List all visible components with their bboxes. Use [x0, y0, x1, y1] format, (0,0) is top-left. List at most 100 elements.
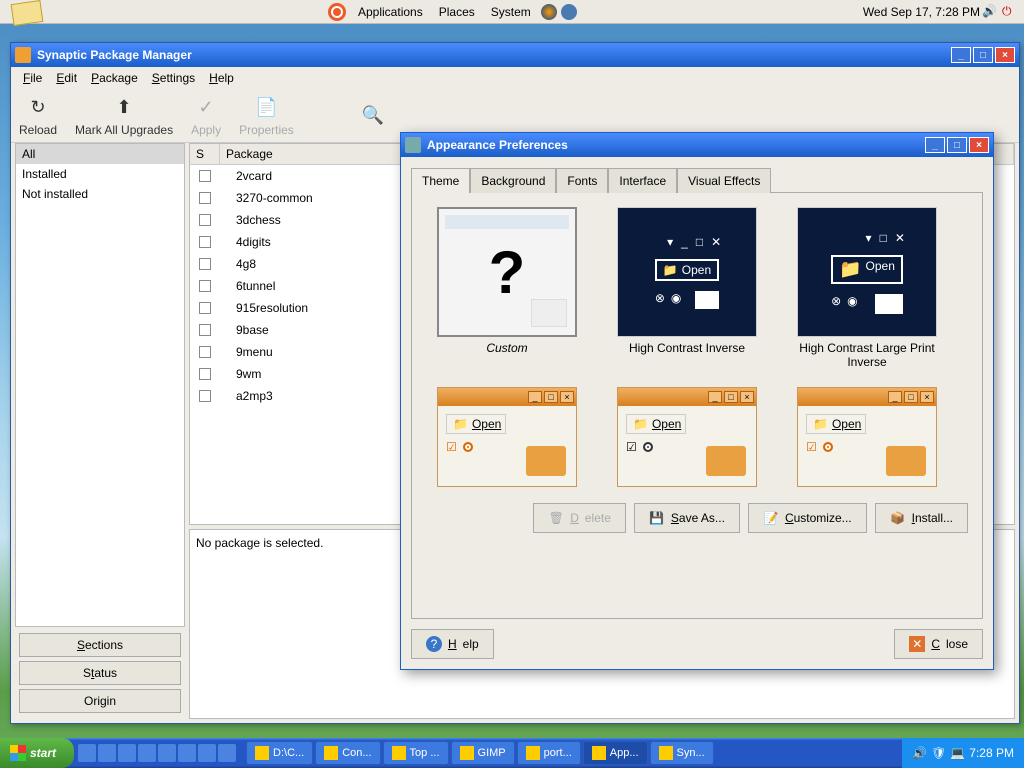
maximize-button[interactable]: □ [973, 47, 993, 63]
appr-minimize-button[interactable]: _ [925, 137, 945, 153]
upgrade-icon: ⬆ [111, 95, 137, 121]
help-icon: ? [426, 636, 442, 652]
shutdown-icon[interactable]: ⏻ [1002, 4, 1018, 20]
appr-close-button[interactable]: × [969, 137, 989, 153]
theme-hc-large-inverse[interactable]: ▾□✕ 📁Open ⊗◉ High Contrast Large Print I… [786, 207, 948, 369]
clock[interactable]: Wed Sep 17, 7:28 PM [863, 5, 980, 19]
sections-button[interactable]: Sections [19, 633, 181, 657]
delete-button: 🗑Delete [533, 503, 626, 533]
ql-icon[interactable] [178, 744, 196, 762]
save-as-button[interactable]: 💾Save As... [634, 503, 740, 533]
ubuntu-logo-icon[interactable] [328, 3, 346, 21]
origin-button[interactable]: Origin [19, 689, 181, 713]
ql-icon[interactable] [118, 744, 136, 762]
windows-logo-icon [10, 745, 26, 761]
taskbar-task[interactable]: App... [583, 741, 648, 765]
apply-button: ✓Apply [191, 95, 221, 137]
menu-help[interactable]: Help [203, 69, 240, 87]
system-menu[interactable]: System [483, 3, 539, 21]
taskbar-task[interactable]: Top ... [383, 741, 449, 765]
tab-fonts[interactable]: Fonts [556, 168, 608, 193]
theme-human-3[interactable]: _□× 📁Open ☑ [786, 387, 948, 487]
taskbar-task[interactable]: D:\C... [246, 741, 313, 765]
search-button[interactable]: 🔍 [360, 103, 386, 129]
properties-icon: 📄 [253, 95, 279, 121]
tray-icon[interactable]: 🛡 [931, 746, 946, 760]
mark-upgrades-button[interactable]: ⬆Mark All Upgrades [75, 95, 173, 137]
theme-hc-inverse[interactable]: ▾_□✕ 📁 Open ⊗◉ High Contrast Inverse [606, 207, 768, 369]
save-icon: 💾 [649, 510, 665, 526]
theme-grid: ? Custom ▾_□✕ 📁 Open ⊗◉ High Contrast In… [426, 207, 968, 487]
appr-maximize-button[interactable]: □ [947, 137, 967, 153]
appearance-titlebar[interactable]: Appearance Preferences _ □ × [401, 133, 993, 157]
install-button[interactable]: 📦Install... [875, 503, 968, 533]
tray-icon[interactable]: 🔊 [912, 746, 927, 760]
firefox-icon[interactable] [541, 4, 557, 20]
synaptic-app-icon [15, 47, 31, 63]
menu-package[interactable]: Package [85, 69, 144, 87]
tab-theme[interactable]: Theme [411, 168, 470, 193]
tray-clock[interactable]: 7:28 PM [969, 746, 1014, 760]
taskbar-tasks: D:\C...Con...Top ...GIMPport...App...Syn… [240, 741, 902, 765]
category-installed[interactable]: Installed [16, 164, 184, 184]
close-icon: ✕ [909, 636, 925, 652]
help-button[interactable]: ?Help [411, 629, 494, 659]
menu-file[interactable]: File [17, 69, 48, 87]
theme-label: Custom [486, 341, 527, 355]
apply-icon: ✓ [193, 95, 219, 121]
synaptic-menubar: File Edit Package Settings Help [11, 67, 1019, 89]
ql-icon[interactable] [218, 744, 236, 762]
ql-icon[interactable] [158, 744, 176, 762]
system-tray[interactable]: 🔊 🛡 💻 7:28 PM [902, 738, 1024, 768]
quick-launch [74, 744, 240, 762]
appearance-window: Appearance Preferences _ □ × Theme Backg… [400, 132, 994, 670]
close-button[interactable]: × [995, 47, 1015, 63]
places-menu[interactable]: Places [431, 3, 483, 21]
menu-edit[interactable]: Edit [50, 69, 83, 87]
appearance-title: Appearance Preferences [427, 138, 923, 152]
delete-icon: 🗑 [548, 510, 564, 526]
theme-human-2[interactable]: _□× 📁Open ☑ [606, 387, 768, 487]
taskbar-task[interactable]: GIMP [451, 741, 515, 765]
applications-menu[interactable]: Applications [350, 3, 431, 21]
tab-background[interactable]: Background [470, 168, 556, 193]
ql-icon[interactable] [98, 744, 116, 762]
minimize-button[interactable]: _ [951, 47, 971, 63]
appearance-app-icon [405, 137, 421, 153]
category-not-installed[interactable]: Not installed [16, 184, 184, 204]
help-icon[interactable] [561, 4, 577, 20]
status-button[interactable]: Status [19, 661, 181, 685]
ql-icon[interactable] [78, 744, 96, 762]
category-all[interactable]: All [16, 144, 184, 164]
taskbar-task[interactable]: Con... [315, 741, 380, 765]
reload-button[interactable]: ↻Reload [19, 95, 57, 137]
ql-icon[interactable] [198, 744, 216, 762]
tab-interface[interactable]: Interface [608, 168, 677, 193]
desktop-mail-icon[interactable] [12, 2, 48, 32]
start-button[interactable]: start [0, 738, 74, 768]
menu-settings[interactable]: Settings [146, 69, 201, 87]
taskbar-task[interactable]: Syn... [650, 741, 714, 765]
col-status[interactable]: S [190, 144, 220, 164]
theme-custom[interactable]: ? Custom [426, 207, 588, 369]
close-dialog-button[interactable]: ✕Close [894, 629, 983, 659]
theme-human-1[interactable]: _□× 📁Open ☑ [426, 387, 588, 487]
reload-icon: ↻ [25, 95, 51, 121]
tray-icon[interactable]: 💻 [950, 746, 965, 760]
search-icon: 🔍 [360, 103, 386, 129]
taskbar-task[interactable]: port... [517, 741, 581, 765]
category-list[interactable]: All Installed Not installed [15, 143, 185, 627]
properties-button: 📄Properties [239, 95, 294, 137]
xp-taskbar: start D:\C...Con...Top ...GIMPport...App… [0, 738, 1024, 768]
customize-button[interactable]: 📝Customize... [748, 503, 867, 533]
volume-icon[interactable]: 🔊 [982, 4, 998, 20]
install-icon: 📦 [890, 510, 906, 526]
tab-visual-effects[interactable]: Visual Effects [677, 168, 771, 193]
synaptic-titlebar[interactable]: Synaptic Package Manager _ □ × [11, 43, 1019, 67]
detail-text: No package is selected. [196, 536, 323, 550]
ql-icon[interactable] [138, 744, 156, 762]
gnome-top-panel: Applications Places System Wed Sep 17, 7… [0, 0, 1024, 24]
synaptic-title: Synaptic Package Manager [37, 48, 949, 62]
theme-label: High Contrast Large Print Inverse [786, 341, 948, 369]
edit-icon: 📝 [763, 510, 779, 526]
